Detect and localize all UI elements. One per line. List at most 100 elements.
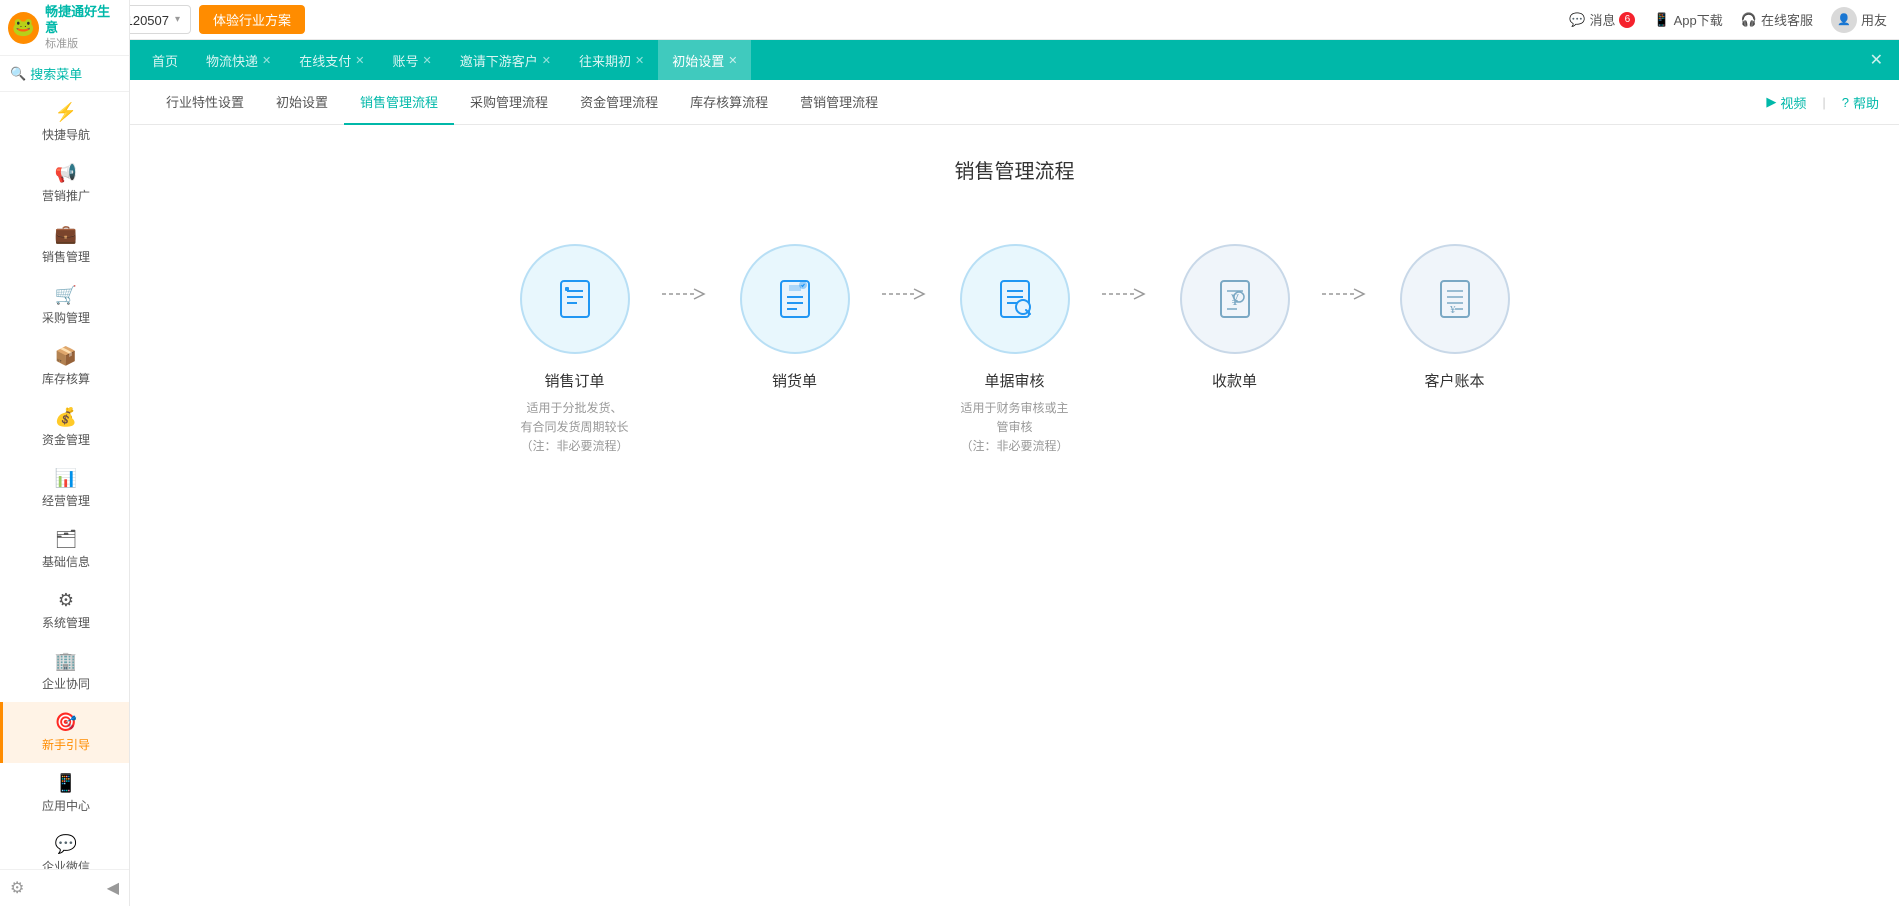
marketing-icon: 📢 <box>55 163 77 184</box>
sub-tab-inventory-flow[interactable]: 库存核算流程 <box>674 80 784 125</box>
sidebar-item-basic[interactable]: 🗂 基础信息 <box>0 519 129 580</box>
app-download-item[interactable]: 📱 App下载 <box>1653 10 1722 29</box>
sidebar-item-label: 资金管理 <box>42 431 90 448</box>
flow-arrow-4 <box>1320 244 1370 304</box>
online-service-item[interactable]: 🎧 在线客服 <box>1741 10 1813 29</box>
nav-tab-label: 首页 <box>152 51 178 70</box>
sub-tabs: 行业特性设置 初始设置 销售管理流程 采购管理流程 资金管理流程 库存核算流程 … <box>130 80 1899 125</box>
sub-tab-label: 销售管理流程 <box>360 95 438 110</box>
sidebar-item-operation[interactable]: 📊 经营管理 <box>0 458 129 519</box>
sidebar-item-label: 应用中心 <box>42 797 90 814</box>
sub-tab-label: 库存核算流程 <box>690 95 768 110</box>
sub-tab-label: 营销管理流程 <box>800 95 878 110</box>
sub-tab-label: 采购管理流程 <box>470 95 548 110</box>
headset-icon: 🎧 <box>1741 12 1757 28</box>
nav-tab-initial[interactable]: 初始设置 ✕ <box>658 40 751 80</box>
sidebar-item-label: 基础信息 <box>42 553 90 570</box>
nav-tab-label: 邀请下游客户 <box>460 51 538 70</box>
sub-tab-finance-flow[interactable]: 资金管理流程 <box>564 80 674 125</box>
close-icon[interactable]: ✕ <box>423 54 432 67</box>
sidebar-item-sales[interactable]: 💼 销售管理 <box>0 214 129 275</box>
close-icon[interactable]: ✕ <box>728 54 737 67</box>
online-service-label: 在线客服 <box>1761 10 1813 29</box>
close-icon[interactable]: ✕ <box>542 54 551 67</box>
search-label: 搜索菜单 <box>30 64 82 83</box>
close-icon[interactable]: ✕ <box>635 54 644 67</box>
help-label: 帮助 <box>1853 93 1879 112</box>
nav-close-button[interactable]: ✕ <box>1862 50 1891 70</box>
sidebar-item-marketing[interactable]: 📢 营销推广 <box>0 153 129 214</box>
quicknav-icon: ⚡ <box>55 102 77 123</box>
main-wrapper: 行业特性设置 初始设置 销售管理流程 采购管理流程 资金管理流程 库存核算流程 … <box>130 80 1899 906</box>
collapse-icon[interactable]: ◀ <box>107 878 119 898</box>
arrow-icon <box>660 284 710 304</box>
sub-tab-marketing-flow[interactable]: 营销管理流程 <box>784 80 894 125</box>
flow-step-sales-invoice: 销货单 <box>710 244 880 399</box>
sidebar-item-corp[interactable]: 🏢 企业协同 <box>0 641 129 702</box>
close-icon[interactable]: ✕ <box>262 54 271 67</box>
flow-circle-doc-review <box>960 244 1070 354</box>
flow-circle-sales-invoice <box>740 244 850 354</box>
help-link[interactable]: ? 帮助 <box>1842 93 1879 112</box>
message-badge: 6 <box>1619 12 1635 28</box>
nav-tab-logistics[interactable]: 物流快递 ✕ <box>192 40 285 80</box>
settings-icon[interactable]: ⚙ <box>10 878 24 898</box>
nav-tabs-end: ✕ <box>1862 50 1891 70</box>
nav-tab-invite[interactable]: 邀请下游客户 ✕ <box>446 40 565 80</box>
sidebar-item-label: 快捷导航 <box>42 126 90 143</box>
message-label: 消息 <box>1589 10 1615 29</box>
flow-step-doc-review: 单据审核 适用于财务审核或主管审核（注：非必要流程） <box>930 244 1100 457</box>
logo-text: 畅捷通好生意 标准版 <box>45 4 121 51</box>
sidebar-item-purchase[interactable]: 🛒 采购管理 <box>0 275 129 336</box>
nav-tab-payment[interactable]: 在线支付 ✕ <box>285 40 378 80</box>
sidebar-item-appcenter[interactable]: 📱 应用中心 <box>0 763 129 824</box>
logo-sub: 标准版 <box>45 35 121 51</box>
sales-order-icon <box>553 277 597 321</box>
sub-tab-purchase-flow[interactable]: 采购管理流程 <box>454 80 564 125</box>
flow-label-sales-invoice: 销货单 <box>772 370 817 391</box>
sidebar-item-label: 采购管理 <box>42 309 90 326</box>
flow-arrow-3 <box>1100 244 1150 304</box>
sidebar-item-inventory[interactable]: 📦 库存核算 <box>0 336 129 397</box>
sidebar-item-label: 销售管理 <box>42 248 90 265</box>
sidebar-item-label: 系统管理 <box>42 614 90 631</box>
trial-button[interactable]: 体验行业方案 <box>199 5 305 34</box>
sidebar-item-system[interactable]: ⚙ 系统管理 <box>0 580 129 641</box>
sub-tab-sales-flow[interactable]: 销售管理流程 <box>344 80 454 125</box>
search-icon: 🔍 <box>10 66 26 82</box>
sub-tab-label: 资金管理流程 <box>580 95 658 110</box>
nav-tab-label: 在线支付 <box>299 51 351 70</box>
help-icon: ? <box>1842 95 1849 110</box>
flow-arrow-2 <box>880 244 930 304</box>
flow-label-customer-ledger: 客户账本 <box>1424 370 1484 391</box>
user-profile-item[interactable]: 👤 用友 <box>1831 7 1887 33</box>
flow-circle-customer-ledger: ¥ <box>1400 244 1510 354</box>
sidebar-search[interactable]: 🔍 搜索菜单 <box>0 56 129 92</box>
logo-main: 畅捷通好生意 <box>45 4 121 35</box>
sales-invoice-icon <box>773 277 817 321</box>
sidebar-item-quicknav[interactable]: ⚡ 快捷导航 <box>0 92 129 153</box>
chevron-down-icon: ▾ <box>175 14 180 25</box>
close-icon[interactable]: ✕ <box>355 54 364 67</box>
video-link[interactable]: ▶ 视频 <box>1766 93 1806 112</box>
nav-tab-account[interactable]: 账号 ✕ <box>378 40 445 80</box>
app-download-label: App下载 <box>1674 10 1723 29</box>
inventory-icon: 📦 <box>55 346 77 367</box>
sidebar-item-guide[interactable]: 🎯 新手引导 <box>0 702 129 763</box>
sidebar-item-finance[interactable]: 💰 资金管理 <box>0 397 129 458</box>
message-item[interactable]: 💬 消息 6 <box>1569 10 1635 29</box>
sidebar-item-corpwx[interactable]: 💬 企业微信 <box>0 824 129 869</box>
content-area: 销售管理流程 销售订单 适用于分批发货、有合同发货周期较长（注：非必要流程） <box>130 125 1899 497</box>
sales-icon: 💼 <box>55 224 77 245</box>
sidebar-items: ⚡ 快捷导航 📢 营销推广 💼 销售管理 🛒 采购管理 📦 库存核算 💰 资金管… <box>0 92 129 869</box>
arrow-icon <box>1320 284 1370 304</box>
nav-tabs: 首页 物流快递 ✕ 在线支付 ✕ 账号 ✕ 邀请下游客户 ✕ 往来期初 ✕ 初始… <box>130 40 1899 80</box>
nav-tab-period[interactable]: 往来期初 ✕ <box>565 40 658 80</box>
sub-tab-initial-set[interactable]: 初始设置 <box>260 80 344 125</box>
sub-tab-label: 行业特性设置 <box>166 95 244 110</box>
operation-icon: 📊 <box>55 468 77 489</box>
sub-tab-industry[interactable]: 行业特性设置 <box>150 80 260 125</box>
nav-tab-home[interactable]: 首页 <box>138 40 192 80</box>
app-logo-icon: 🐸 <box>8 12 39 44</box>
appcenter-icon: 📱 <box>55 773 77 794</box>
